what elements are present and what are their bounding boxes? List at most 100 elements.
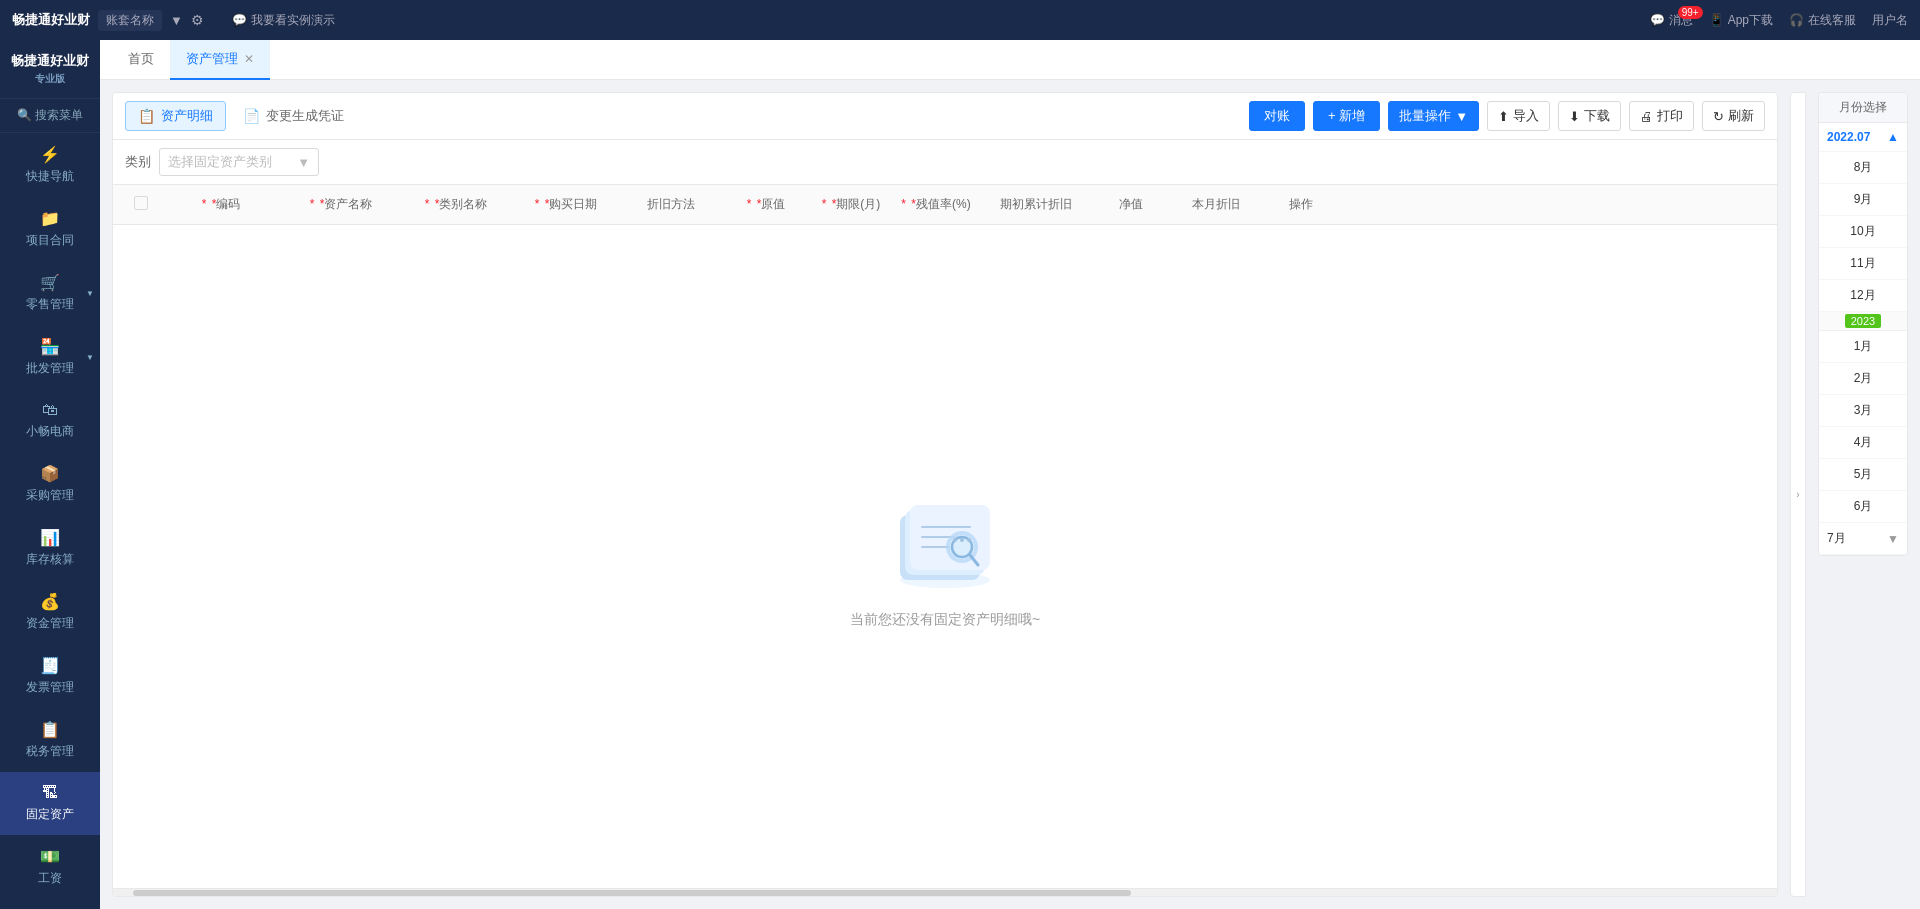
batch-dropdown[interactable]: 批量操作 ▼ <box>1388 101 1479 131</box>
filter-bar: 类别 选择固定资产类别 ▼ <box>113 140 1777 185</box>
message-count-badge: 99+ <box>1678 6 1703 19</box>
tab-bar: 首页 资产管理 ✕ <box>100 40 1920 80</box>
asset-detail-icon: 📋 <box>138 108 155 124</box>
sidebar-search[interactable]: 🔍 搜索菜单 <box>0 99 100 133</box>
month-2023-03[interactable]: 3月 <box>1819 395 1907 427</box>
th-name: *资产名称 <box>281 196 401 213</box>
th-actions: 操作 <box>1261 196 1341 213</box>
svg-point-13 <box>967 538 971 542</box>
sidebar-item-ecommerce[interactable]: 🛍 小畅电商 <box>0 389 100 452</box>
demo-link[interactable]: 💬 我要看实例演示 <box>232 12 335 29</box>
tab-asset-management[interactable]: 资产管理 ✕ <box>170 40 270 80</box>
collapse-icon: › <box>1796 489 1799 500</box>
month-nav-down[interactable]: ▼ <box>1887 532 1899 546</box>
month-panel-header: 月份选择 <box>1819 93 1907 123</box>
content-area: 首页 资产管理 ✕ 📋 资产明细 📄 变更生成凭证 <box>100 40 1920 909</box>
sidebar-item-invoice[interactable]: 🧾 发票管理 <box>0 644 100 708</box>
month-2022-11[interactable]: 11月 <box>1819 248 1907 280</box>
finance-icon: 💰 <box>40 592 60 611</box>
th-checkbox[interactable] <box>121 196 161 213</box>
account-dropdown[interactable]: ▼ <box>170 13 183 28</box>
reconcile-button[interactable]: 对账 <box>1249 101 1305 131</box>
print-button[interactable]: 🖨 打印 <box>1629 101 1694 131</box>
sidebar-item-project[interactable]: 📁 项目合同 <box>0 197 100 261</box>
top-bar-right: 💬 消息 99+ 📱 App下载 🎧 在线客服 用户名 <box>1650 12 1908 29</box>
account-name[interactable]: 账套名称 <box>98 10 162 31</box>
service-icon: 🎧 <box>1789 13 1804 27</box>
month-2023-01[interactable]: 1月 <box>1819 331 1907 363</box>
sidebar-item-operations[interactable]: 📈 经营管理 <box>0 899 100 909</box>
batch-button[interactable]: 批量操作 ▼ <box>1388 101 1479 131</box>
import-button[interactable]: ⬆ 导入 <box>1487 101 1550 131</box>
sidebar-item-retail[interactable]: 🛒 零售管理 <box>0 261 100 325</box>
refresh-button[interactable]: ↻ 刷新 <box>1702 101 1765 131</box>
sidebar-logo: 畅捷通好业财 专业版 <box>0 40 100 99</box>
scrollbar-thumb[interactable] <box>133 890 1131 896</box>
table-header: *编码 *资产名称 *类别名称 *购买日期 折旧方法 *原值 <box>113 185 1777 225</box>
app-title: 畅捷通好业财 <box>12 11 90 29</box>
header-checkbox[interactable] <box>134 196 148 210</box>
app-download-button[interactable]: 📱 App下载 <box>1709 12 1773 29</box>
batch-dropdown-icon: ▼ <box>1455 109 1468 124</box>
empty-illustration <box>880 485 1010 595</box>
month-2023-06[interactable]: 6月 <box>1819 491 1907 523</box>
download-icon: ⬇ <box>1569 109 1580 124</box>
svg-point-12 <box>960 538 964 542</box>
sidebar-item-finance[interactable]: 💰 资金管理 <box>0 580 100 644</box>
sidebar-item-tax[interactable]: 📋 税务管理 <box>0 708 100 772</box>
sidebar: 畅捷通好业财 专业版 🔍 搜索菜单 ⚡ 快捷导航 📁 项目合同 🛒 零售管理 🏪… <box>0 40 100 909</box>
online-service-button[interactable]: 🎧 在线客服 <box>1789 12 1856 29</box>
empty-message: 当前您还没有固定资产明细哦~ <box>850 611 1040 629</box>
month-2022-07[interactable]: 2022.07 ▲ <box>1819 123 1907 152</box>
table-scrollbar[interactable] <box>113 888 1777 896</box>
main-panel: 📋 资产明细 📄 变更生成凭证 对账 + 新增 批量操作 ▼ <box>112 92 1778 897</box>
main-layout: 畅捷通好业财 专业版 🔍 搜索菜单 ⚡ 快捷导航 📁 项目合同 🛒 零售管理 🏪… <box>0 40 1920 909</box>
sidebar-item-wholesale[interactable]: 🏪 批发管理 <box>0 325 100 389</box>
month-2022-08[interactable]: 8月 <box>1819 152 1907 184</box>
download-icon: 📱 <box>1709 13 1724 27</box>
month-nav-up[interactable]: ▲ <box>1887 130 1899 144</box>
month-panel-title: 月份选择 <box>1839 99 1887 116</box>
th-code: *编码 <box>161 196 281 213</box>
messages-button[interactable]: 💬 消息 99+ <box>1650 12 1693 29</box>
add-button[interactable]: + 新增 <box>1313 101 1380 131</box>
voucher-icon: 📄 <box>243 108 260 124</box>
sidebar-item-fixed-assets[interactable]: 🏗 固定资产 <box>0 772 100 835</box>
inventory-icon: 📊 <box>40 528 60 547</box>
month-list: 2022.07 ▲ 8月 9月 10月 11月 <box>1819 123 1907 555</box>
retail-icon: 🛒 <box>40 273 60 292</box>
sidebar-item-salary[interactable]: 💵 工资 <box>0 835 100 899</box>
month-panel: 月份选择 2022.07 ▲ 8月 9月 10月 <box>1818 92 1908 556</box>
th-rate: *残值率(%) <box>891 196 981 213</box>
category-dropdown-icon: ▼ <box>297 155 310 170</box>
th-net-value: 净值 <box>1091 196 1171 213</box>
month-2022-12[interactable]: 12月 <box>1819 280 1907 312</box>
category-label: 类别 <box>125 153 151 171</box>
sub-tab-asset-detail[interactable]: 📋 资产明细 <box>125 101 226 131</box>
tab-home[interactable]: 首页 <box>112 40 170 80</box>
panel-collapse-button[interactable]: › <box>1790 92 1806 897</box>
wholesale-icon: 🏪 <box>40 337 60 356</box>
category-select[interactable]: 选择固定资产类别 ▼ <box>159 148 319 176</box>
message-icon: 💬 <box>1650 13 1665 27</box>
sub-tab-voucher[interactable]: 📄 变更生成凭证 <box>230 101 357 131</box>
month-2023-07[interactable]: 7月 ▼ <box>1819 523 1907 555</box>
month-2022-09[interactable]: 9月 <box>1819 184 1907 216</box>
month-2023-05[interactable]: 5月 <box>1819 459 1907 491</box>
th-date: *购买日期 <box>511 196 621 213</box>
top-bar: 畅捷通好业财 账套名称 ▼ ⚙ 💬 我要看实例演示 💬 消息 99+ 📱 App… <box>0 0 1920 40</box>
user-name: 用户名 <box>1872 12 1908 29</box>
settings-icon[interactable]: ⚙ <box>191 12 204 28</box>
month-2023-02[interactable]: 2月 <box>1819 363 1907 395</box>
month-2023-04[interactable]: 4月 <box>1819 427 1907 459</box>
project-icon: 📁 <box>40 209 60 228</box>
logo-title: 畅捷通好业财 <box>8 52 92 70</box>
sidebar-item-purchase[interactable]: 📦 采购管理 <box>0 452 100 516</box>
tab-close-icon[interactable]: ✕ <box>244 52 254 66</box>
sidebar-item-quicknav[interactable]: ⚡ 快捷导航 <box>0 133 100 197</box>
sidebar-item-inventory[interactable]: 📊 库存核算 <box>0 516 100 580</box>
download-button[interactable]: ⬇ 下载 <box>1558 101 1621 131</box>
purchase-icon: 📦 <box>40 464 60 483</box>
ecommerce-icon: 🛍 <box>42 401 58 419</box>
month-2022-10[interactable]: 10月 <box>1819 216 1907 248</box>
